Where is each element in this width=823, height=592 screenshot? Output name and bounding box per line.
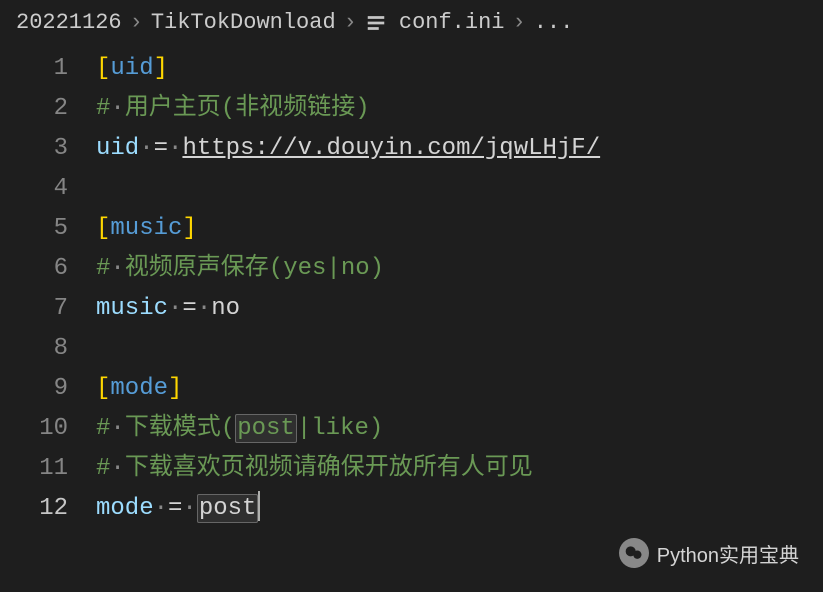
comment: # <box>96 415 110 442</box>
whitespace-dot: · <box>168 135 182 162</box>
code-line[interactable]: [music] <box>96 209 823 249</box>
whitespace-dot: · <box>182 495 196 522</box>
breadcrumb-item[interactable]: conf.ini <box>399 10 505 35</box>
code-line[interactable]: #·用户主页(非视频链接) <box>96 89 823 129</box>
line-number: 5 <box>0 209 68 249</box>
line-number: 4 <box>0 169 68 209</box>
whitespace-dot: · <box>110 415 124 442</box>
line-number: 2 <box>0 89 68 129</box>
editor[interactable]: 123456789101112 [uid]#·用户主页(非视频链接)uid·=·… <box>0 45 823 529</box>
whitespace-dot: · <box>168 295 182 322</box>
chevron-right-icon: › <box>130 10 143 35</box>
section-name: mode <box>110 375 168 402</box>
comment: # <box>96 95 110 122</box>
chevron-right-icon: › <box>344 10 357 35</box>
equals: = <box>182 295 196 322</box>
breadcrumb-item[interactable]: 20221126 <box>16 10 122 35</box>
code-line[interactable]: #·下载模式(post|like) <box>96 409 823 449</box>
line-number: 12 <box>0 489 68 529</box>
bracket-icon: ] <box>154 55 168 82</box>
comment-text: 下载喜欢页视频请确保开放所有人可见 <box>125 455 533 482</box>
line-number: 11 <box>0 449 68 489</box>
code-area[interactable]: [uid]#·用户主页(非视频链接)uid·=·https://v.douyin… <box>96 49 823 529</box>
code-line[interactable]: uid·=·https://v.douyin.com/jqwLHjF/ <box>96 129 823 169</box>
breadcrumb-item[interactable]: ... <box>534 10 574 35</box>
whitespace-dot: · <box>110 95 124 122</box>
code-line[interactable]: music·=·no <box>96 289 823 329</box>
whitespace-dot: · <box>110 455 124 482</box>
bracket-icon: [ <box>96 375 110 402</box>
cursor <box>258 491 260 521</box>
highlighted-word: post <box>235 414 297 443</box>
whitespace-dot: · <box>197 295 211 322</box>
watermark-text: Python实用宝典 <box>657 539 799 568</box>
comment: # <box>96 255 110 282</box>
value: no <box>211 295 240 322</box>
bracket-icon: [ <box>96 55 110 82</box>
line-number: 10 <box>0 409 68 449</box>
highlighted-value: post <box>197 494 259 523</box>
file-icon <box>365 12 387 34</box>
comment-text: 下载模式( <box>125 415 235 442</box>
line-number: 7 <box>0 289 68 329</box>
comment: # <box>96 455 110 482</box>
code-line[interactable]: mode·=·post <box>96 489 823 529</box>
key: music <box>96 295 168 322</box>
code-line[interactable]: [mode] <box>96 369 823 409</box>
code-line[interactable]: #·视频原声保存(yes|no) <box>96 249 823 289</box>
comment-text: 用户主页(非视频链接) <box>125 95 370 122</box>
whitespace-dot: · <box>139 135 153 162</box>
wechat-icon <box>619 538 649 568</box>
code-line[interactable]: #·下载喜欢页视频请确保开放所有人可见 <box>96 449 823 489</box>
equals: = <box>168 495 182 522</box>
bracket-icon: ] <box>182 215 196 242</box>
gutter: 123456789101112 <box>0 49 96 529</box>
code-line[interactable] <box>96 329 823 369</box>
key: mode <box>96 495 154 522</box>
comment-text: |like) <box>297 415 383 442</box>
comment-text: 视频原声保存(yes|no) <box>125 255 384 282</box>
value: https://v.douyin.com/jqwLHjF/ <box>182 135 600 162</box>
section-name: music <box>110 215 182 242</box>
code-line[interactable]: [uid] <box>96 49 823 89</box>
breadcrumb-item[interactable]: TikTokDownload <box>151 10 336 35</box>
line-number: 3 <box>0 129 68 169</box>
section-name: uid <box>110 55 153 82</box>
whitespace-dot: · <box>110 255 124 282</box>
code-line[interactable] <box>96 169 823 209</box>
whitespace-dot: · <box>154 495 168 522</box>
bracket-icon: ] <box>168 375 182 402</box>
line-number: 8 <box>0 329 68 369</box>
equals: = <box>154 135 168 162</box>
line-number: 1 <box>0 49 68 89</box>
breadcrumb[interactable]: 20221126 › TikTokDownload › conf.ini › .… <box>0 0 823 45</box>
key: uid <box>96 135 139 162</box>
line-number: 9 <box>0 369 68 409</box>
watermark: Python实用宝典 <box>619 538 799 568</box>
bracket-icon: [ <box>96 215 110 242</box>
chevron-right-icon: › <box>513 10 526 35</box>
line-number: 6 <box>0 249 68 289</box>
